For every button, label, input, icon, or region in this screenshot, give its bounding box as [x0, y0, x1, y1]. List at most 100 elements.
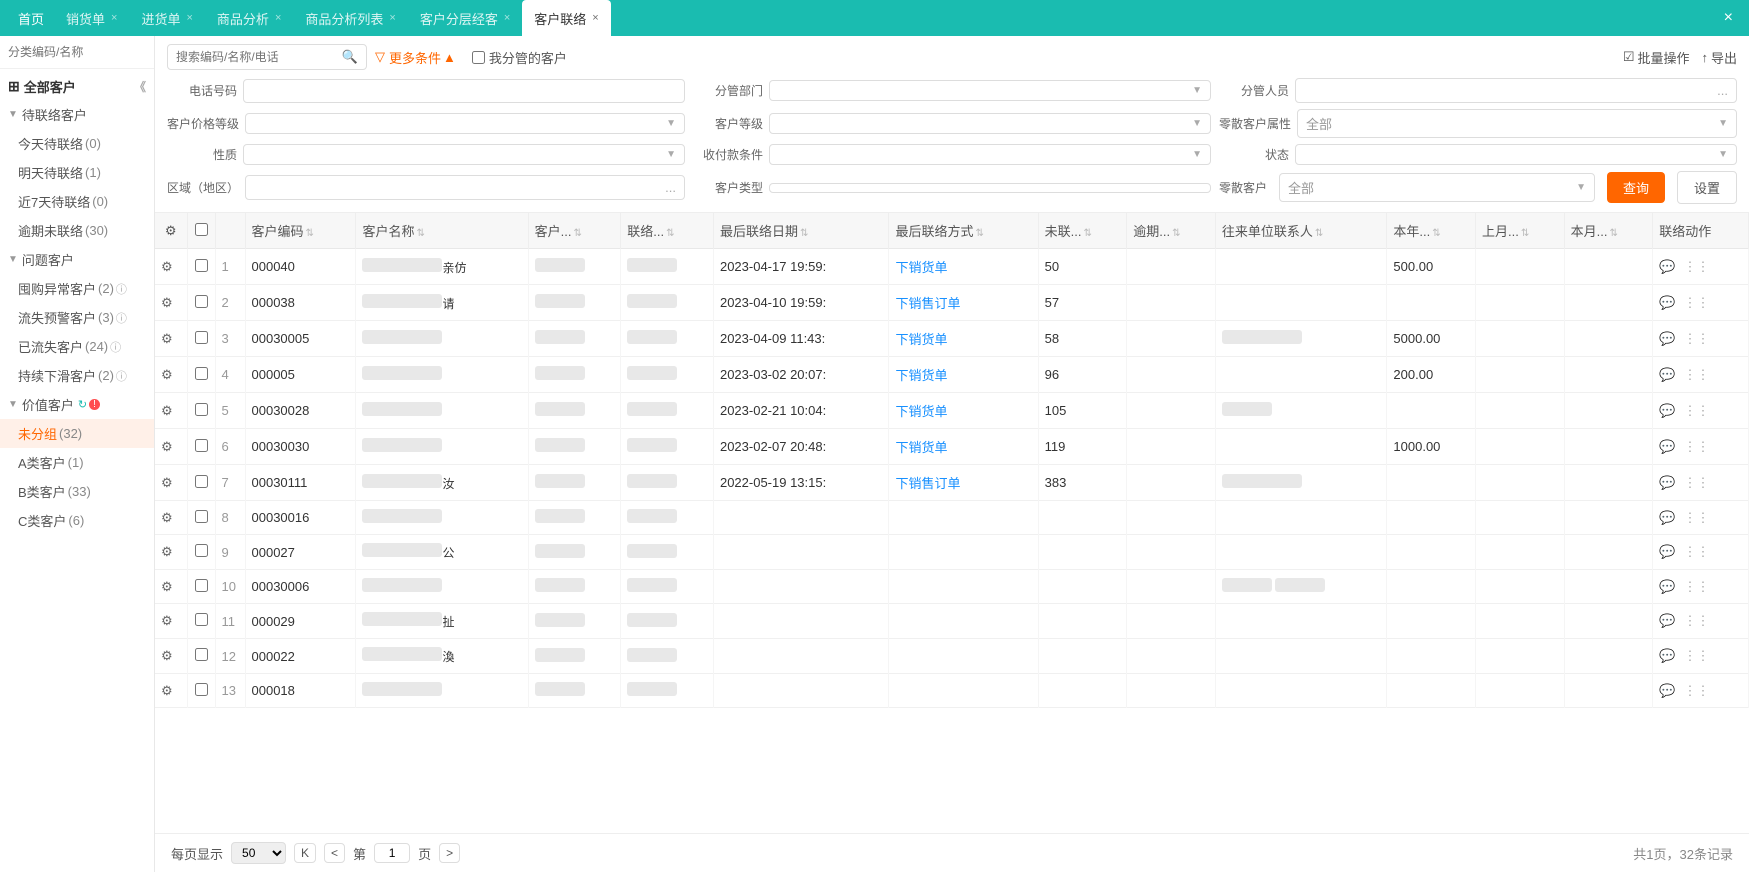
row-gear-icon[interactable]: ⚙ — [161, 613, 173, 628]
more-actions-icon[interactable]: ⋮⋮ — [1683, 579, 1709, 595]
row-gear-icon[interactable]: ⚙ — [161, 331, 173, 346]
row-gear-icon[interactable]: ⚙ — [161, 579, 173, 594]
more-actions-icon[interactable]: ⋮⋮ — [1683, 613, 1709, 629]
more-actions-icon[interactable]: ⋮⋮ — [1683, 331, 1709, 347]
row-checkbox[interactable] — [195, 403, 208, 416]
chat-icon[interactable]: 💬 — [1659, 648, 1675, 664]
batch-op-btn[interactable]: ☑ 批量操作 — [1623, 48, 1690, 67]
row-gear-icon[interactable]: ⚙ — [161, 259, 173, 274]
row-checkbox[interactable] — [195, 439, 208, 452]
chat-icon[interactable]: 💬 — [1659, 475, 1675, 491]
sort-icon-last-date[interactable]: ⇅ — [800, 228, 808, 239]
sidebar-group-pending[interactable]: ▼ 待联络客户 — [0, 100, 154, 129]
prev-page-btn[interactable]: < — [324, 843, 345, 863]
sidebar-item-b-class[interactable]: B类客户 (33) — [0, 477, 154, 506]
sidebar-search-input[interactable] — [8, 45, 155, 59]
price-level-select[interactable]: ▼ — [245, 113, 685, 134]
sort-icon-type[interactable]: ⇅ — [573, 228, 581, 239]
export-btn[interactable]: ↑ 导出 — [1701, 48, 1737, 67]
last-contact-method-link[interactable]: 下销售订单 — [895, 296, 960, 311]
sidebar-item-churned[interactable]: 已流失客户 (24) ⓘ — [0, 332, 154, 361]
nature-select[interactable]: ▼ — [243, 144, 685, 165]
sort-icon-last-month[interactable]: ⇅ — [1521, 228, 1529, 239]
chat-icon[interactable]: 💬 — [1659, 613, 1675, 629]
retail-select[interactable]: 全部 ▼ — [1279, 173, 1595, 202]
more-actions-icon[interactable]: ⋮⋮ — [1683, 683, 1709, 699]
all-customers-header[interactable]: ⊞ 全部客户 《 — [0, 69, 154, 100]
sort-icon-unit-contact[interactable]: ⇅ — [1315, 228, 1323, 239]
row-checkbox[interactable] — [195, 331, 208, 344]
query-button[interactable]: 查询 — [1607, 172, 1665, 203]
row-checkbox[interactable] — [195, 295, 208, 308]
last-contact-method-link[interactable]: 下销货单 — [895, 368, 947, 383]
sidebar-item-c-class[interactable]: C类客户 (6) — [0, 506, 154, 535]
tab-purchase[interactable]: 进货单 × — [129, 0, 204, 36]
tab-goods-analysis[interactable]: 商品分析 × — [205, 0, 293, 36]
sort-icon-contact[interactable]: ⇅ — [666, 228, 674, 239]
sort-icon-this-year[interactable]: ⇅ — [1432, 228, 1440, 239]
sidebar-item-ungroup[interactable]: 未分组 (32) — [0, 419, 154, 448]
sidebar-item-abnormal[interactable]: 囤购异常客户 (2) ⓘ — [0, 274, 154, 303]
row-gear-icon[interactable]: ⚙ — [161, 510, 173, 525]
row-gear-icon[interactable]: ⚙ — [161, 439, 173, 454]
search-icon-main[interactable]: 🔍 — [342, 49, 358, 65]
reset-button[interactable]: 设置 — [1677, 171, 1737, 204]
last-contact-method-link[interactable]: 下销货单 — [895, 332, 947, 347]
status-select[interactable]: ▼ — [1295, 144, 1737, 165]
row-gear-icon[interactable]: ⚙ — [161, 648, 173, 663]
close-sales-icon[interactable]: × — [111, 12, 117, 24]
row-checkbox[interactable] — [195, 259, 208, 272]
sidebar-item-a-class[interactable]: A类客户 (1) — [0, 448, 154, 477]
sort-icon-uncontacted[interactable]: ⇅ — [1083, 228, 1091, 239]
sidebar-group-problem[interactable]: ▼ 问题客户 — [0, 245, 154, 274]
customer-level-select[interactable]: ▼ — [769, 113, 1211, 134]
sort-icon-last-method[interactable]: ⇅ — [975, 228, 983, 239]
row-checkbox[interactable] — [195, 683, 208, 696]
chat-icon[interactable]: 💬 — [1659, 295, 1675, 311]
close-customer-segment-icon[interactable]: × — [504, 12, 510, 24]
chat-icon[interactable]: 💬 — [1659, 439, 1675, 455]
more-actions-icon[interactable]: ⋮⋮ — [1683, 510, 1709, 526]
sort-icon-name[interactable]: ⇅ — [416, 228, 424, 239]
next-page-btn[interactable]: > — [439, 843, 460, 863]
row-gear-icon[interactable]: ⚙ — [161, 683, 173, 698]
more-actions-icon[interactable]: ⋮⋮ — [1683, 439, 1709, 455]
region-select[interactable]: ... — [245, 175, 685, 200]
row-checkbox[interactable] — [195, 475, 208, 488]
close-purchase-icon[interactable]: × — [186, 12, 192, 24]
more-filters-btn[interactable]: ▽ 更多条件 ▲ — [375, 48, 456, 67]
row-gear-icon[interactable]: ⚙ — [161, 403, 173, 418]
row-gear-icon[interactable]: ⚙ — [161, 475, 173, 490]
page-input[interactable] — [374, 843, 410, 863]
phone-input[interactable] — [243, 79, 685, 103]
tab-customer-contact[interactable]: 客户联络 × — [522, 0, 610, 36]
last-contact-method-link[interactable]: 下销货单 — [895, 440, 947, 455]
tab-customer-segment[interactable]: 客户分层经客 × — [408, 0, 522, 36]
more-actions-icon[interactable]: ⋮⋮ — [1683, 259, 1709, 275]
row-checkbox[interactable] — [195, 579, 208, 592]
chat-icon[interactable]: 💬 — [1659, 331, 1675, 347]
th-gear[interactable]: ⚙ — [155, 213, 187, 249]
more-actions-icon[interactable]: ⋮⋮ — [1683, 403, 1709, 419]
sort-icon-code[interactable]: ⇅ — [306, 228, 314, 239]
sort-icon-this-month[interactable]: ⇅ — [1609, 228, 1617, 239]
row-checkbox[interactable] — [195, 544, 208, 557]
more-actions-icon[interactable]: ⋮⋮ — [1683, 544, 1709, 560]
row-gear-icon[interactable]: ⚙ — [161, 367, 173, 382]
dept-select[interactable]: ▼ — [769, 80, 1211, 101]
chat-icon[interactable]: 💬 — [1659, 683, 1675, 699]
close-customer-contact-icon[interactable]: × — [592, 12, 598, 24]
row-checkbox[interactable] — [195, 613, 208, 626]
chat-icon[interactable]: 💬 — [1659, 544, 1675, 560]
row-gear-icon[interactable]: ⚙ — [161, 295, 173, 310]
tab-home[interactable]: 首页 — [8, 9, 54, 28]
sidebar-item-declining[interactable]: 持续下滑客户 (2) ⓘ — [0, 361, 154, 390]
last-contact-method-link[interactable]: 下销售订单 — [895, 476, 960, 491]
sidebar-item-overdue[interactable]: 逾期未联络 (30) — [0, 216, 154, 245]
tab-goods-analysis-list[interactable]: 商品分析列表 × — [293, 0, 407, 36]
sidebar-item-7days[interactable]: 近7天待联络 (0) — [0, 187, 154, 216]
last-contact-method-link[interactable]: 下销货单 — [895, 404, 947, 419]
sidebar-group-value[interactable]: ▼ 价值客户 ↻ ! — [0, 390, 154, 419]
close-goods-analysis-list-icon[interactable]: × — [389, 12, 395, 24]
row-gear-icon[interactable]: ⚙ — [161, 544, 173, 559]
